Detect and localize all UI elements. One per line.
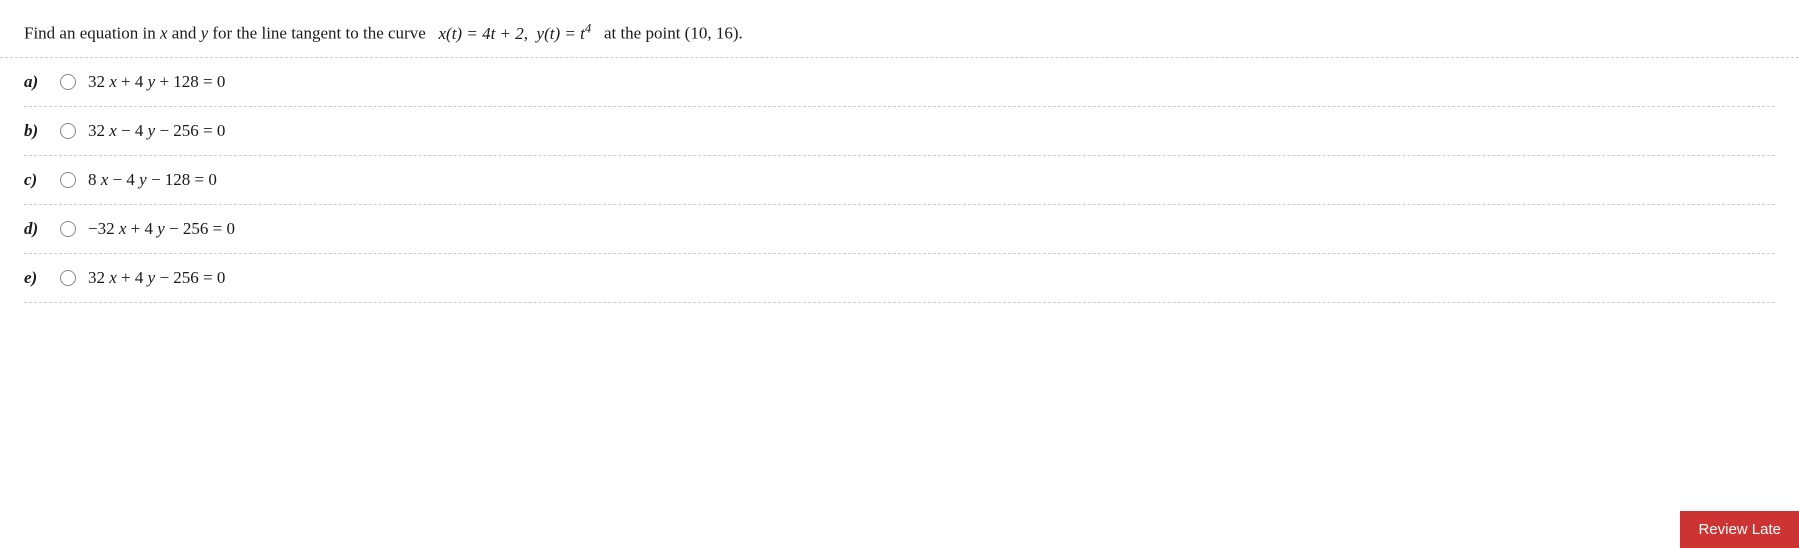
question-text: Find an equation in x and y for the line… (24, 18, 1775, 47)
main-container: Find an equation in x and y for the line… (0, 0, 1799, 548)
option-math-c: 8 x − 4 y − 128 = 0 (88, 170, 217, 190)
option-label-c: c) (24, 170, 60, 190)
option-label-d: d) (24, 219, 60, 239)
option-math-e: 32 x + 4 y − 256 = 0 (88, 268, 225, 288)
var-x: x (160, 24, 168, 43)
option-radio-c[interactable] (60, 172, 76, 188)
review-late-button[interactable]: Review Late (1680, 511, 1799, 548)
option-label-e: e) (24, 268, 60, 288)
option-math-a: 32 x + 4 y + 128 = 0 (88, 72, 225, 92)
option-row-e: e) 32 x + 4 y − 256 = 0 (24, 254, 1775, 303)
option-radio-d[interactable] (60, 221, 76, 237)
option-row-b: b) 32 x − 4 y − 256 = 0 (24, 107, 1775, 156)
option-math-b: 32 x − 4 y − 256 = 0 (88, 121, 225, 141)
option-row-d: d) −32 x + 4 y − 256 = 0 (24, 205, 1775, 254)
option-radio-e[interactable] (60, 270, 76, 286)
options-container: a) 32 x + 4 y + 128 = 0 b) 32 x − 4 y − … (0, 58, 1799, 303)
question-section: Find an equation in x and y for the line… (0, 0, 1799, 58)
option-label-a: a) (24, 72, 60, 92)
option-label-b: b) (24, 121, 60, 141)
option-radio-a[interactable] (60, 74, 76, 90)
var-y: y (201, 24, 209, 43)
option-row-c: c) 8 x − 4 y − 128 = 0 (24, 156, 1775, 205)
xt-equation: x(t) = 4t + 2, y(t) = t4 (439, 24, 592, 43)
option-math-d: −32 x + 4 y − 256 = 0 (88, 219, 235, 239)
option-radio-b[interactable] (60, 123, 76, 139)
option-row-a: a) 32 x + 4 y + 128 = 0 (24, 58, 1775, 107)
